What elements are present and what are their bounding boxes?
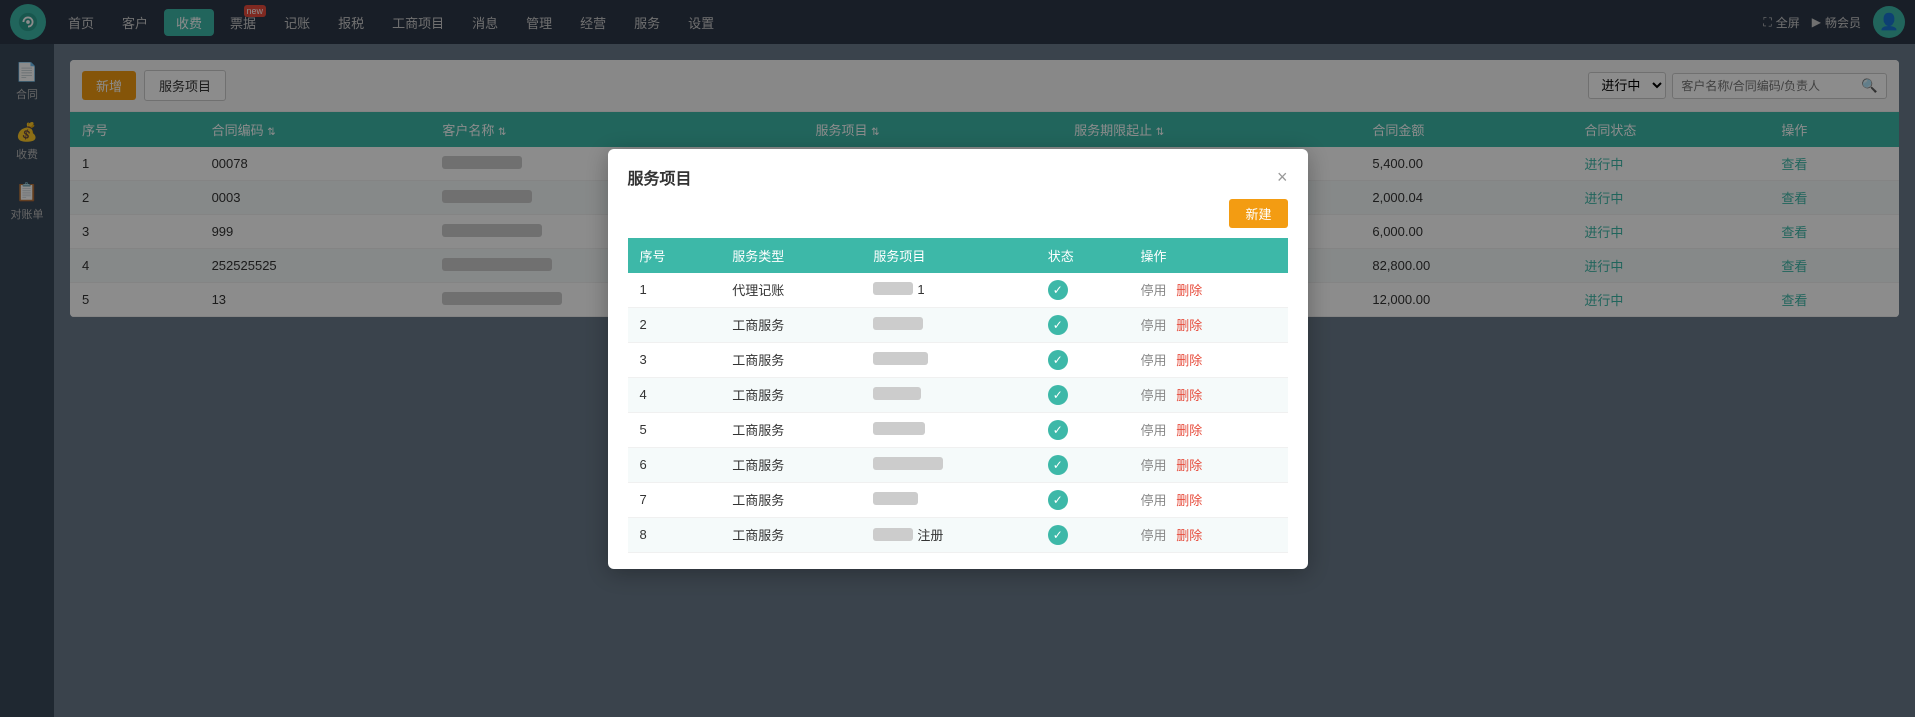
modal-cell-status: ✓: [1036, 377, 1129, 412]
modal-cell-seq: 3: [628, 342, 721, 377]
modal-cell-type: 工商服务: [720, 342, 861, 377]
stop-button[interactable]: 停用: [1141, 528, 1167, 543]
list-item: 4 工商服务 ✓ 停用 删除: [628, 377, 1288, 412]
modal-title: 服务项目: [628, 165, 692, 189]
modal-cell-action: 停用 删除: [1129, 273, 1288, 308]
modal-cell-status: ✓: [1036, 447, 1129, 482]
modal-col-seq: 序号: [628, 238, 721, 273]
modal-cell-seq: 7: [628, 482, 721, 517]
modal-cell-status: ✓: [1036, 342, 1129, 377]
modal-col-type: 服务类型: [720, 238, 861, 273]
modal-cell-action: 停用 删除: [1129, 517, 1288, 552]
modal-cell-item: 注册: [861, 517, 1035, 552]
delete-button[interactable]: 删除: [1176, 353, 1202, 368]
list-item: 8 工商服务 注册 ✓ 停用 删除: [628, 517, 1288, 552]
stop-button[interactable]: 停用: [1141, 318, 1167, 333]
status-circle: ✓: [1048, 455, 1068, 475]
modal-cell-item: [861, 412, 1035, 447]
modal-cell-status: ✓: [1036, 273, 1129, 308]
delete-button[interactable]: 删除: [1176, 528, 1202, 543]
modal-cell-status: ✓: [1036, 307, 1129, 342]
modal-cell-status: ✓: [1036, 412, 1129, 447]
modal-cell-action: 停用 删除: [1129, 447, 1288, 482]
modal-cell-action: 停用 删除: [1129, 307, 1288, 342]
stop-button[interactable]: 停用: [1141, 353, 1167, 368]
modal-cell-type: 工商服务: [720, 447, 861, 482]
modal-cell-seq: 5: [628, 412, 721, 447]
modal-cell-action: 停用 删除: [1129, 412, 1288, 447]
modal-cell-type: 工商服务: [720, 482, 861, 517]
list-item: 6 工商服务 ✓ 停用 删除: [628, 447, 1288, 482]
delete-button[interactable]: 删除: [1176, 458, 1202, 473]
stop-button[interactable]: 停用: [1141, 493, 1167, 508]
modal-cell-type: 工商服务: [720, 377, 861, 412]
modal-cell-type: 代理记账: [720, 273, 861, 308]
modal-cell-action: 停用 删除: [1129, 377, 1288, 412]
modal-overlay[interactable]: 服务项目 × 新建 序号 服务类型 服务项目 状态 操作 1 代理记账: [0, 0, 1915, 717]
modal-cell-seq: 2: [628, 307, 721, 342]
modal-toolbar: 新建: [608, 189, 1308, 238]
service-table: 序号 服务类型 服务项目 状态 操作 1 代理记账 1 ✓ 停用 删除 2 工商…: [628, 238, 1288, 553]
modal-cell-action: 停用 删除: [1129, 342, 1288, 377]
status-circle: ✓: [1048, 280, 1068, 300]
list-item: 5 工商服务 ✓ 停用 删除: [628, 412, 1288, 447]
delete-button[interactable]: 删除: [1176, 283, 1202, 298]
list-item: 1 代理记账 1 ✓ 停用 删除: [628, 273, 1288, 308]
modal-cell-seq: 8: [628, 517, 721, 552]
stop-button[interactable]: 停用: [1141, 283, 1167, 298]
stop-button[interactable]: 停用: [1141, 388, 1167, 403]
modal-cell-type: 工商服务: [720, 412, 861, 447]
stop-button[interactable]: 停用: [1141, 423, 1167, 438]
list-item: 3 工商服务 ✓ 停用 删除: [628, 342, 1288, 377]
delete-button[interactable]: 删除: [1176, 493, 1202, 508]
service-modal: 服务项目 × 新建 序号 服务类型 服务项目 状态 操作 1 代理记账: [608, 149, 1308, 569]
modal-cell-status: ✓: [1036, 482, 1129, 517]
modal-cell-item: [861, 447, 1035, 482]
modal-cell-item: [861, 307, 1035, 342]
status-circle: ✓: [1048, 525, 1068, 545]
status-circle: ✓: [1048, 350, 1068, 370]
modal-cell-item: [861, 482, 1035, 517]
modal-col-item: 服务项目: [861, 238, 1035, 273]
service-table-header: 序号 服务类型 服务项目 状态 操作: [628, 238, 1288, 273]
modal-header: 服务项目 ×: [608, 149, 1308, 189]
list-item: 7 工商服务 ✓ 停用 删除: [628, 482, 1288, 517]
modal-cell-item: 1: [861, 273, 1035, 308]
delete-button[interactable]: 删除: [1176, 388, 1202, 403]
stop-button[interactable]: 停用: [1141, 458, 1167, 473]
modal-cell-seq: 6: [628, 447, 721, 482]
service-table-body: 1 代理记账 1 ✓ 停用 删除 2 工商服务 ✓ 停用 删除 3 工商服务 ✓…: [628, 273, 1288, 553]
modal-col-action: 操作: [1129, 238, 1288, 273]
list-item: 2 工商服务 ✓ 停用 删除: [628, 307, 1288, 342]
modal-cell-status: ✓: [1036, 517, 1129, 552]
modal-cell-seq: 4: [628, 377, 721, 412]
status-circle: ✓: [1048, 315, 1068, 335]
modal-cell-item: [861, 342, 1035, 377]
modal-cell-item: [861, 377, 1035, 412]
status-circle: ✓: [1048, 385, 1068, 405]
modal-cell-type: 工商服务: [720, 517, 861, 552]
modal-cell-seq: 1: [628, 273, 721, 308]
modal-body: 序号 服务类型 服务项目 状态 操作 1 代理记账 1 ✓ 停用 删除 2 工商…: [608, 238, 1308, 569]
modal-cell-action: 停用 删除: [1129, 482, 1288, 517]
status-circle: ✓: [1048, 490, 1068, 510]
delete-button[interactable]: 删除: [1176, 318, 1202, 333]
status-circle: ✓: [1048, 420, 1068, 440]
delete-button[interactable]: 删除: [1176, 423, 1202, 438]
modal-close-button[interactable]: ×: [1277, 168, 1288, 186]
modal-cell-type: 工商服务: [720, 307, 861, 342]
modal-new-button[interactable]: 新建: [1229, 199, 1287, 228]
modal-col-status: 状态: [1036, 238, 1129, 273]
